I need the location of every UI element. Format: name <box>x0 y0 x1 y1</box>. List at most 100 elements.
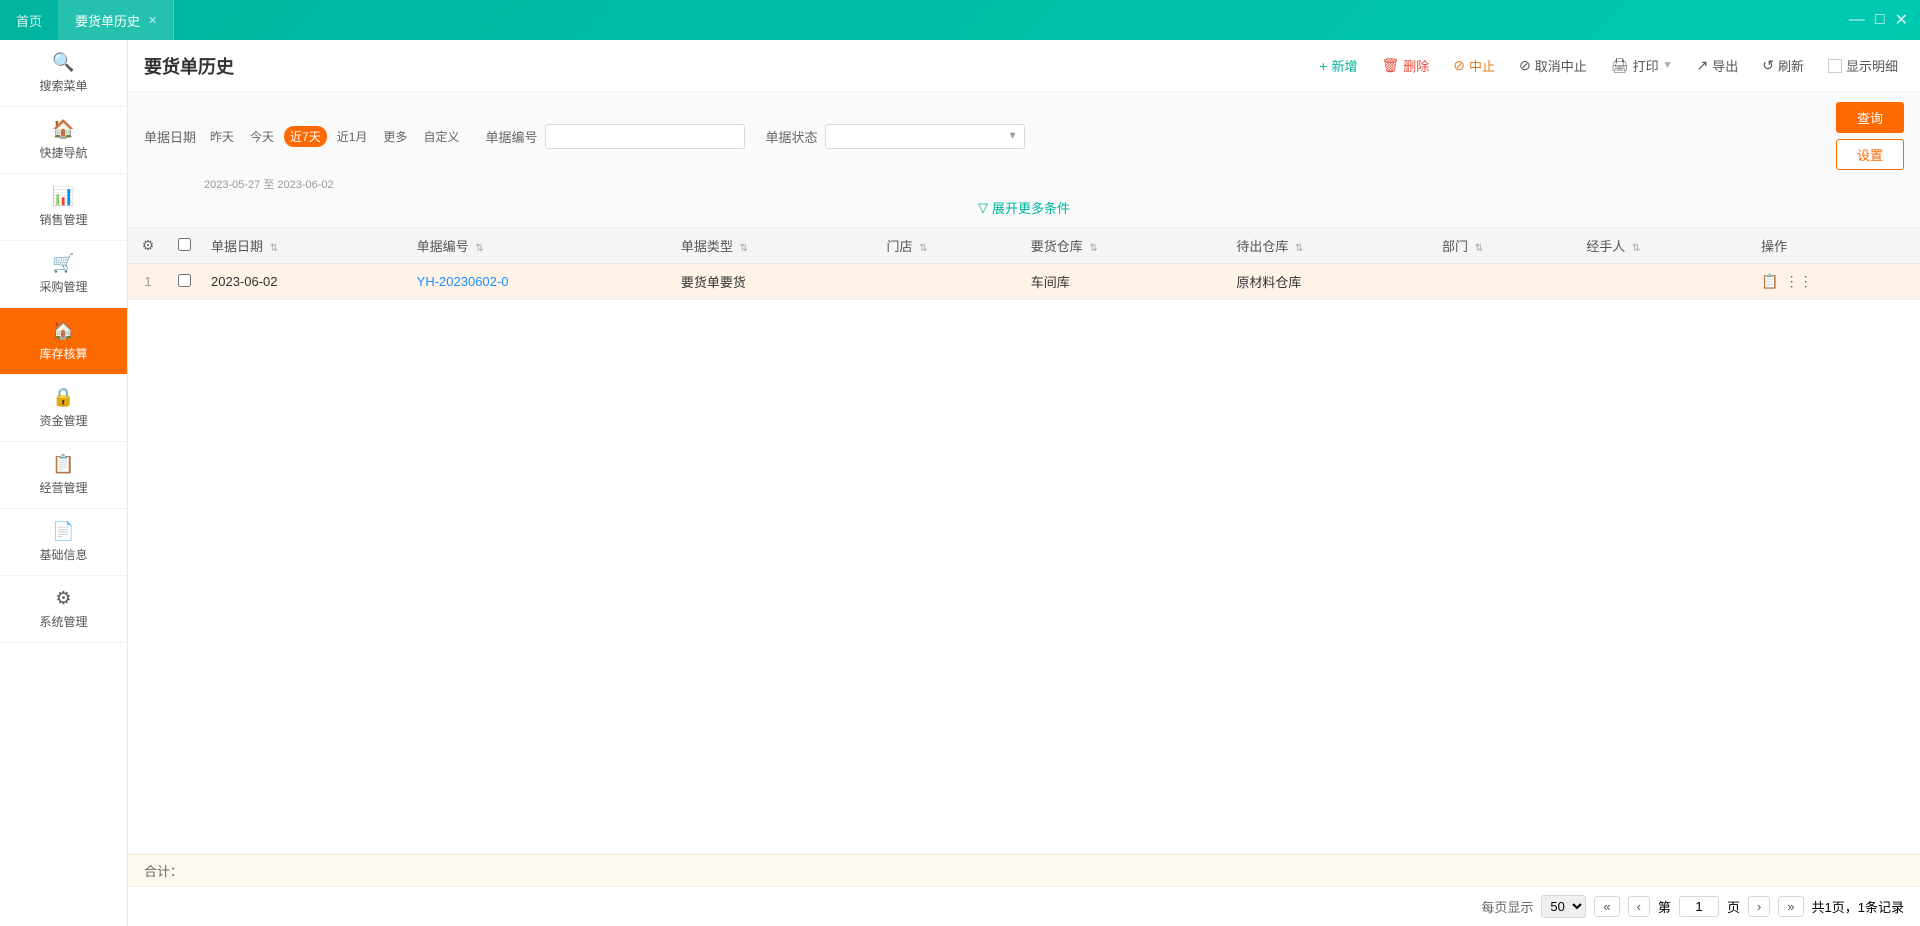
col-bill-no: 单据编号 ⇅ <box>407 228 671 264</box>
date-range-text: 2023-05-27 至 2023-06-02 <box>204 176 334 192</box>
maximize-button[interactable]: □ <box>1875 11 1885 29</box>
row-detail-icon[interactable]: ⋮⋮ <box>1785 273 1813 290</box>
page-input[interactable] <box>1679 896 1719 917</box>
row-store <box>876 264 1020 300</box>
page-unit-label: 页 <box>1727 897 1740 916</box>
export-button[interactable]: ↗ 导出 <box>1690 52 1744 79</box>
tab-home-label: 首页 <box>16 11 42 30</box>
filter-area: 单据日期 昨天 今天 近7天 近1月 更多 自定义 单据编号 单据状态 <box>128 92 1920 228</box>
ops-icon: 📋 <box>52 454 74 475</box>
col-req-warehouse-sort[interactable]: ⇅ <box>1089 243 1097 254</box>
filter-settings-button[interactable]: 设置 <box>1836 139 1904 170</box>
per-page-select[interactable]: 50 <box>1541 895 1586 918</box>
col-store: 门店 ⇅ <box>876 228 1020 264</box>
sidebar: 🔍 搜索菜单 🏠 快捷导航 📊 销售管理 🛒 采购管理 🏠 库存核算 🔒 资金管… <box>0 40 128 926</box>
table-row[interactable]: 1 2023-06-02 YH-20230602-0 要货单要货 车间库 原材料… <box>128 264 1920 300</box>
col-settings: ⚙ <box>128 228 168 264</box>
date-today[interactable]: 今天 <box>244 126 280 147</box>
select-all-checkbox[interactable] <box>178 238 191 251</box>
new-label: 新增 <box>1331 56 1357 75</box>
export-icon: ↗ <box>1696 57 1708 74</box>
stop-button[interactable]: ⊘ 中止 <box>1447 52 1501 79</box>
row-checkbox-cell <box>168 264 201 300</box>
query-button[interactable]: 查询 <box>1836 102 1904 133</box>
date-yesterday[interactable]: 昨天 <box>204 126 240 147</box>
sidebar-item-sales[interactable]: 📊 销售管理 <box>0 174 127 241</box>
col-store-label: 门店 <box>886 239 912 254</box>
col-bill-no-label: 单据编号 <box>417 239 469 254</box>
filter-row-1: 单据日期 昨天 今天 近7天 近1月 更多 自定义 单据编号 单据状态 <box>144 102 1904 170</box>
sidebar-item-basic-info[interactable]: 📄 基础信息 <box>0 509 127 576</box>
stop-label: 中止 <box>1469 56 1495 75</box>
col-dept-sort[interactable]: ⇅ <box>1475 243 1483 254</box>
delete-button[interactable]: 🗑 删除 <box>1375 52 1435 79</box>
col-bill-type-label: 单据类型 <box>681 239 733 254</box>
refresh-button[interactable]: ↺ 刷新 <box>1756 52 1810 79</box>
print-label: 打印 <box>1633 56 1659 75</box>
delete-label: 删除 <box>1403 56 1429 75</box>
bill-no-label: 单据编号 <box>485 127 537 146</box>
col-dept: 部门 ⇅ <box>1432 228 1576 264</box>
sidebar-item-purchase[interactable]: 🛒 采购管理 <box>0 241 127 308</box>
sidebar-item-ops[interactable]: 📋 经营管理 <box>0 442 127 509</box>
date-7days[interactable]: 近7天 <box>284 126 327 147</box>
bill-no-link[interactable]: YH-20230602-0 <box>417 274 509 289</box>
cancel-stop-icon: ⊘ <box>1519 57 1531 74</box>
date-1month[interactable]: 近1月 <box>331 126 374 147</box>
row-date: 2023-06-02 <box>201 264 407 300</box>
tab-close-icon[interactable]: ✕ <box>148 14 157 27</box>
expand-label: 展开更多条件 <box>992 198 1070 217</box>
date-more[interactable]: 更多 <box>377 126 413 147</box>
col-handler-sort[interactable]: ⇅ <box>1632 243 1640 254</box>
status-select-wrapper <box>825 124 1025 149</box>
cancel-stop-button[interactable]: ⊘ 取消中止 <box>1513 52 1593 79</box>
minimize-button[interactable]: — <box>1849 11 1865 29</box>
export-label: 导出 <box>1712 56 1738 75</box>
system-icon: ⚙ <box>55 588 71 609</box>
sidebar-item-search-menu[interactable]: 🔍 搜索菜单 <box>0 40 127 107</box>
status-select[interactable] <box>825 124 1025 149</box>
col-bill-no-sort[interactable]: ⇅ <box>475 243 483 254</box>
show-detail-label: 显示明细 <box>1846 56 1898 75</box>
cancel-stop-label: 取消中止 <box>1535 56 1587 75</box>
sidebar-item-finance[interactable]: 🔒 资金管理 <box>0 375 127 442</box>
first-page-button[interactable]: « <box>1594 896 1619 917</box>
expand-more[interactable]: ▽ 展开更多条件 <box>144 198 1904 217</box>
tab-order-history[interactable]: 要货单历史 ✕ <box>59 0 174 40</box>
close-button[interactable]: ✕ <box>1895 10 1908 30</box>
col-req-warehouse: 要货仓库 ⇅ <box>1021 228 1227 264</box>
tab-bar: 首页 要货单历史 ✕ <box>0 0 1849 40</box>
table-body: 1 2023-06-02 YH-20230602-0 要货单要货 车间库 原材料… <box>128 264 1920 300</box>
show-detail-button[interactable]: 显示明细 <box>1822 52 1904 79</box>
row-edit-icon[interactable]: 📋 <box>1761 273 1778 290</box>
prev-page-button[interactable]: ‹ <box>1628 896 1650 917</box>
date-filter-group: 单据日期 昨天 今天 近7天 近1月 更多 自定义 <box>144 126 465 147</box>
col-bill-type-sort[interactable]: ⇅ <box>739 243 747 254</box>
last-page-button[interactable]: » <box>1778 896 1803 917</box>
sidebar-item-system[interactable]: ⚙ 系统管理 <box>0 576 127 643</box>
col-action-label: 操作 <box>1761 239 1787 254</box>
sidebar-item-inventory[interactable]: 🏠 库存核算 <box>0 308 127 375</box>
table-settings-icon[interactable]: ⚙ <box>142 237 155 253</box>
total-info: 共1页，1条记录 <box>1812 897 1904 916</box>
quick-nav-icon: 🏠 <box>52 119 74 140</box>
col-handler: 经手人 ⇅ <box>1576 228 1751 264</box>
new-button[interactable]: + 新增 <box>1313 52 1363 79</box>
page-label: 第 <box>1658 897 1671 916</box>
print-button[interactable]: 🖨 打印 ▼ <box>1605 52 1679 79</box>
col-dept-label: 部门 <box>1442 239 1468 254</box>
row-checkbox[interactable] <box>178 274 191 287</box>
date-filter-label: 单据日期 <box>144 127 196 146</box>
row-dept <box>1432 264 1576 300</box>
col-pending-warehouse-sort[interactable]: ⇅ <box>1295 243 1303 254</box>
col-date-sort[interactable]: ⇅ <box>270 243 278 254</box>
bill-no-input[interactable] <box>545 124 745 149</box>
sidebar-item-quick-nav[interactable]: 🏠 快捷导航 <box>0 107 127 174</box>
tab-home[interactable]: 首页 <box>0 0 59 40</box>
header-actions: + 新增 🗑 删除 ⊘ 中止 ⊘ 取消中止 🖨 打印 <box>1313 52 1904 79</box>
next-page-button[interactable]: › <box>1748 896 1770 917</box>
refresh-label: 刷新 <box>1778 56 1804 75</box>
refresh-icon: ↺ <box>1762 57 1774 74</box>
date-custom[interactable]: 自定义 <box>417 126 465 147</box>
col-store-sort[interactable]: ⇅ <box>919 243 927 254</box>
